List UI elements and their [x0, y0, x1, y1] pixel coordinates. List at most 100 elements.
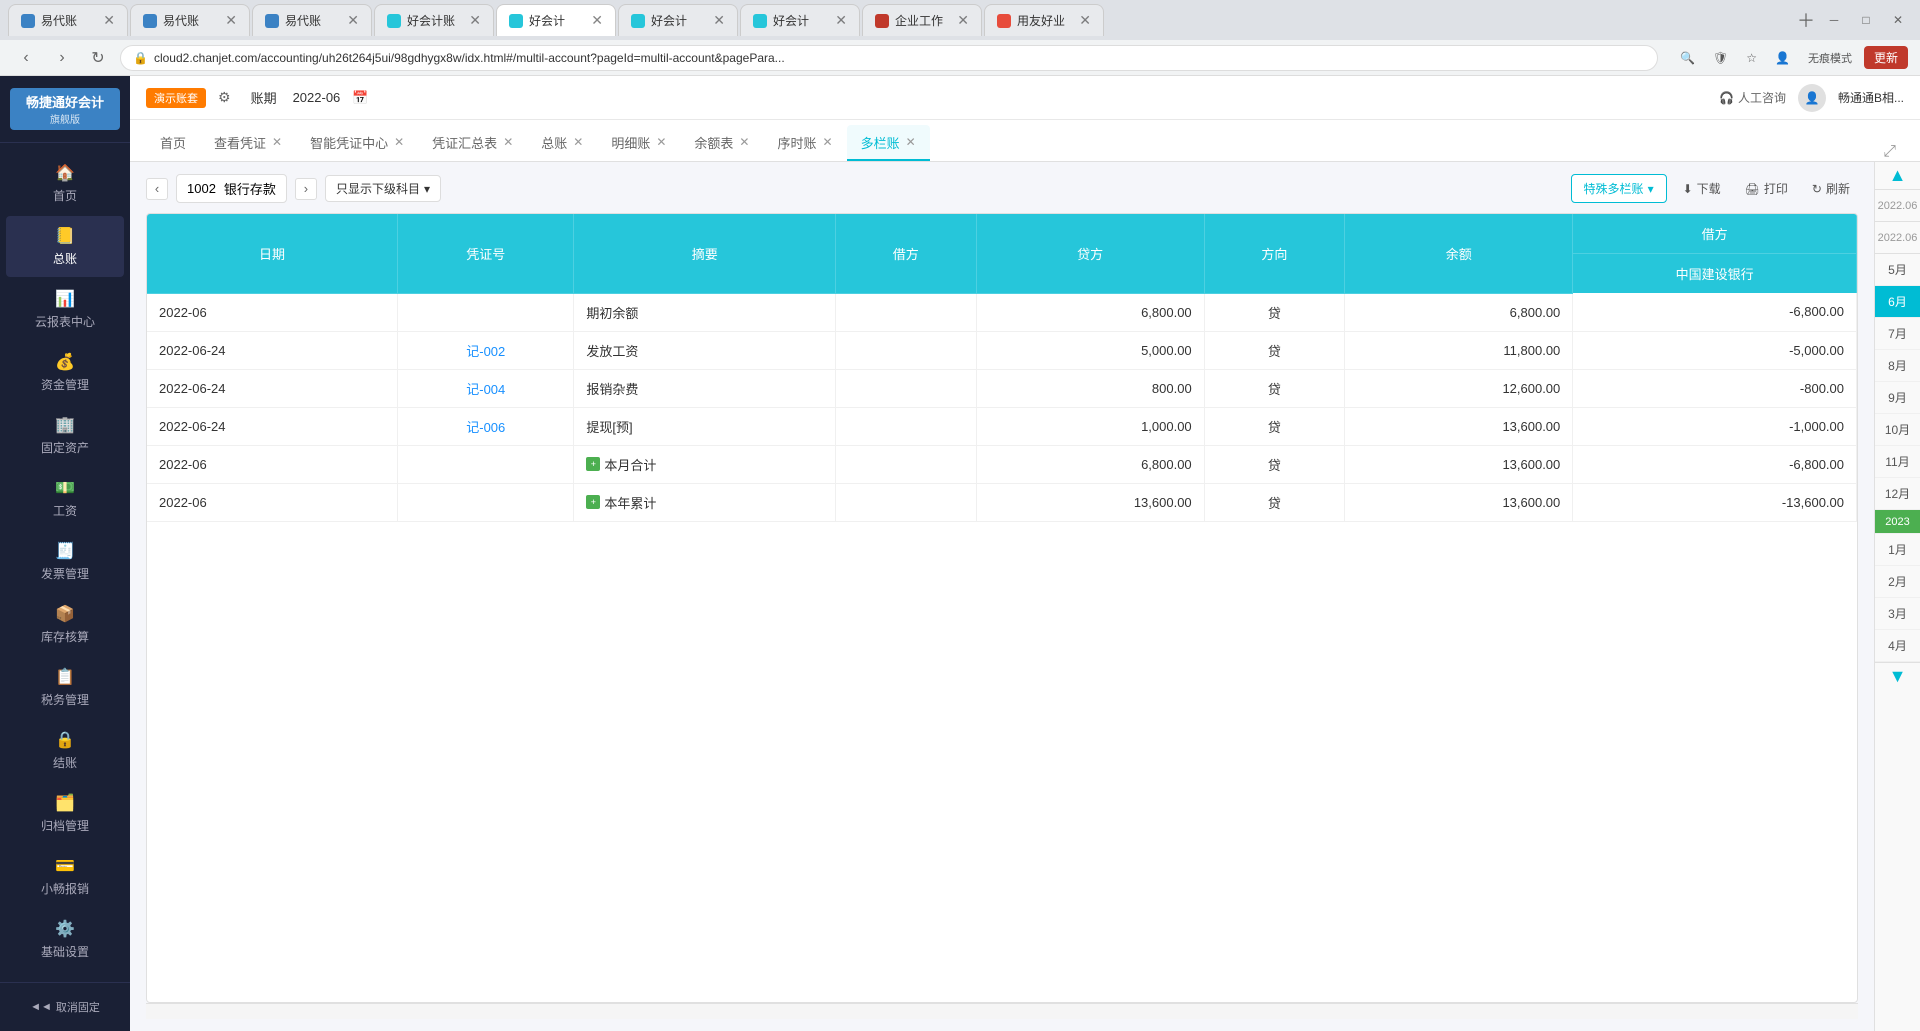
browser-tab-t6[interactable]: 好会计 ✕ — [618, 4, 738, 36]
download-button[interactable]: ⬇ 下载 — [1675, 175, 1729, 202]
sidebar-item-home[interactable]: 🏠 首页 — [6, 153, 124, 214]
tab-close-icon[interactable]: ✕ — [225, 12, 237, 29]
month-item-2022-10月[interactable]: 10月 — [1875, 414, 1920, 446]
page-tab-pt1[interactable]: 首页 — [146, 125, 200, 161]
bookmark-icon[interactable]: ☆ — [1740, 49, 1763, 67]
sidebar-item-close[interactable]: 🔒 结账 — [6, 720, 124, 781]
browser-tab-t3[interactable]: 易代账 ✕ — [252, 4, 372, 36]
close-window-button[interactable]: ✕ — [1884, 6, 1912, 34]
tab-close-icon[interactable]: ✕ — [835, 12, 847, 29]
page-tab-pt7[interactable]: 余额表✕ — [680, 125, 763, 161]
tab-close-icon[interactable]: ✕ — [591, 12, 603, 29]
tab-close-icon[interactable]: ✕ — [347, 12, 359, 29]
month-item-2022-6月[interactable]: 6月 — [1875, 286, 1920, 318]
month-item-2023-2月[interactable]: 2月 — [1875, 566, 1920, 598]
sidebar-item-guide[interactable]: 📌 新手引导 — [6, 972, 124, 982]
browser-chrome: 易代账 ✕ 易代账 ✕ 易代账 ✕ 好会计账 ✕ 好会计 ✕ 好会计 ✕ 好会计… — [0, 0, 1920, 40]
month-item-2022-11月[interactable]: 11月 — [1875, 446, 1920, 478]
settings-gear-icon[interactable]: ⚙ — [218, 89, 231, 106]
minimize-button[interactable]: ─ — [1820, 6, 1848, 34]
page-tab-pt2[interactable]: 查看凭证✕ — [200, 125, 296, 161]
unpin-button[interactable]: ◄◄ 取消固定 — [0, 991, 130, 1023]
browser-tab-t1[interactable]: 易代账 ✕ — [8, 4, 128, 36]
month-item-2022-9月[interactable]: 9月 — [1875, 382, 1920, 414]
sidebar-item-ledger[interactable]: 📒 总账 — [6, 216, 124, 277]
page-tab-close-icon[interactable]: ✕ — [906, 135, 916, 149]
tab-collapse-button[interactable]: ⤢ — [1875, 143, 1904, 161]
month-item-2023-3月[interactable]: 3月 — [1875, 598, 1920, 630]
prev-subject-button[interactable]: ‹ — [146, 178, 168, 200]
page-tab-close-icon[interactable]: ✕ — [573, 135, 583, 149]
tab-close-icon[interactable]: ✕ — [469, 12, 481, 29]
page-tab-close-icon[interactable]: ✕ — [656, 135, 666, 149]
forward-button[interactable]: › — [48, 44, 76, 72]
sidebar-item-inventory[interactable]: 📦 库存核算 — [6, 594, 124, 655]
month-scroll-down-button[interactable]: ▼ — [1875, 662, 1920, 690]
browser-tab-t9[interactable]: 用友好业 ✕ — [984, 4, 1104, 36]
month-item-2022-5月[interactable]: 5月 — [1875, 254, 1920, 286]
page-tab-close-icon[interactable]: ✕ — [272, 135, 282, 149]
tab-close-icon[interactable]: ✕ — [957, 12, 969, 29]
sidebar-item-archive[interactable]: 🗂️ 归档管理 — [6, 783, 124, 844]
month-item-2022-8月[interactable]: 8月 — [1875, 350, 1920, 382]
page-tab-close-icon[interactable]: ✕ — [503, 135, 513, 149]
month-scroll-up-button[interactable]: ▲ — [1875, 162, 1920, 190]
next-subject-button[interactable]: › — [295, 178, 317, 200]
url-bar[interactable]: 🔒 cloud2.chanjet.com/accounting/uh26t264… — [120, 45, 1658, 71]
special-ledger-button[interactable]: 特殊多栏账 ▾ — [1571, 174, 1667, 203]
voucher-link[interactable]: 记-006 — [466, 420, 505, 435]
tab-close-icon[interactable]: ✕ — [713, 12, 725, 29]
tab-close-icon[interactable]: ✕ — [103, 12, 115, 29]
month-item-2023-4月[interactable]: 4月 — [1875, 630, 1920, 662]
page-tab-pt6[interactable]: 明细账✕ — [597, 125, 680, 161]
browser-tab-t8[interactable]: 企业工作 ✕ — [862, 4, 982, 36]
page-tab-pt4[interactable]: 凭证汇总表✕ — [418, 125, 527, 161]
voucher-link[interactable]: 记-004 — [466, 382, 505, 397]
update-button[interactable]: 更新 — [1864, 46, 1908, 69]
sidebar-item-reports[interactable]: 📊 云报表中心 — [6, 279, 124, 340]
browser-tab-t5[interactable]: 好会计 ✕ — [496, 4, 616, 36]
nav-item-label: 资金管理 — [41, 376, 89, 393]
refresh-button[interactable]: ↻ 刷新 — [1804, 175, 1858, 202]
page-tab-pt3[interactable]: 智能凭证中心✕ — [296, 125, 418, 161]
table-row: 2022-06 +本月合计 6,800.00 贷 13,600.00 -6,80… — [147, 445, 1857, 483]
voucher-link[interactable]: 记-002 — [466, 344, 505, 359]
month-item-2022-7月[interactable]: 7月 — [1875, 318, 1920, 350]
maximize-button[interactable]: □ — [1852, 6, 1880, 34]
shield-icon[interactable]: 🛡 — [1707, 49, 1734, 67]
tab-close-icon[interactable]: ✕ — [1079, 12, 1091, 29]
month-item-2023-1月[interactable]: 1月 — [1875, 534, 1920, 566]
page-tab-close-icon[interactable]: ✕ — [394, 135, 404, 149]
page-tab-close-icon[interactable]: ✕ — [739, 135, 749, 149]
page-tab-close-icon[interactable]: ✕ — [823, 135, 833, 149]
calendar-icon[interactable]: 📅 — [352, 90, 368, 106]
consult-button[interactable]: 🎧 人工咨询 — [1719, 89, 1786, 106]
sidebar-item-tax[interactable]: 📋 税务管理 — [6, 657, 124, 718]
page-tab-pt9[interactable]: 多栏账✕ — [847, 125, 930, 161]
reload-button[interactable]: ↻ — [84, 44, 112, 72]
page-tab-pt8[interactable]: 序时账✕ — [763, 125, 846, 161]
top-bar: 演示账套 ⚙ 账期 2022-06 📅 🎧 人工咨询 👤 畅通通B相... — [130, 76, 1920, 120]
back-button[interactable]: ‹ — [12, 44, 40, 72]
browser-tab-t4[interactable]: 好会计账 ✕ — [374, 4, 494, 36]
browser-tab-t2[interactable]: 易代账 ✕ — [130, 4, 250, 36]
settings-icon: ⚙️ — [55, 919, 75, 939]
browser-tab-t7[interactable]: 好会计 ✕ — [740, 4, 860, 36]
print-button[interactable]: 🖨 打印 — [1737, 175, 1796, 202]
tab-favicon — [997, 14, 1011, 28]
horizontal-scrollbar[interactable] — [146, 1003, 1858, 1019]
search-icon[interactable]: 🔍 — [1674, 49, 1701, 67]
sidebar-item-assets[interactable]: 🏢 固定资产 — [6, 405, 124, 466]
month-item-2022-12月[interactable]: 12月 — [1875, 478, 1920, 510]
sidebar-item-salary[interactable]: 💵 工资 — [6, 468, 124, 529]
subject-selector[interactable]: 1002 银行存款 — [176, 174, 287, 203]
page-tab-pt5[interactable]: 总账✕ — [527, 125, 597, 161]
sidebar-item-expense[interactable]: 💳 小畅报销 — [6, 846, 124, 907]
sidebar-item-funds[interactable]: 💰 资金管理 — [6, 342, 124, 403]
profile-icon[interactable]: 👤 — [1769, 49, 1796, 67]
new-tab-button[interactable]: ＋ — [1792, 6, 1820, 34]
sidebar-item-invoice[interactable]: 🧾 发票管理 — [6, 531, 124, 592]
sidebar-item-settings[interactable]: ⚙️ 基础设置 — [6, 909, 124, 970]
filter-button[interactable]: 只显示下级科目 ▾ — [325, 175, 441, 202]
sidebar-bottom: ◄◄ 取消固定 — [0, 982, 130, 1031]
